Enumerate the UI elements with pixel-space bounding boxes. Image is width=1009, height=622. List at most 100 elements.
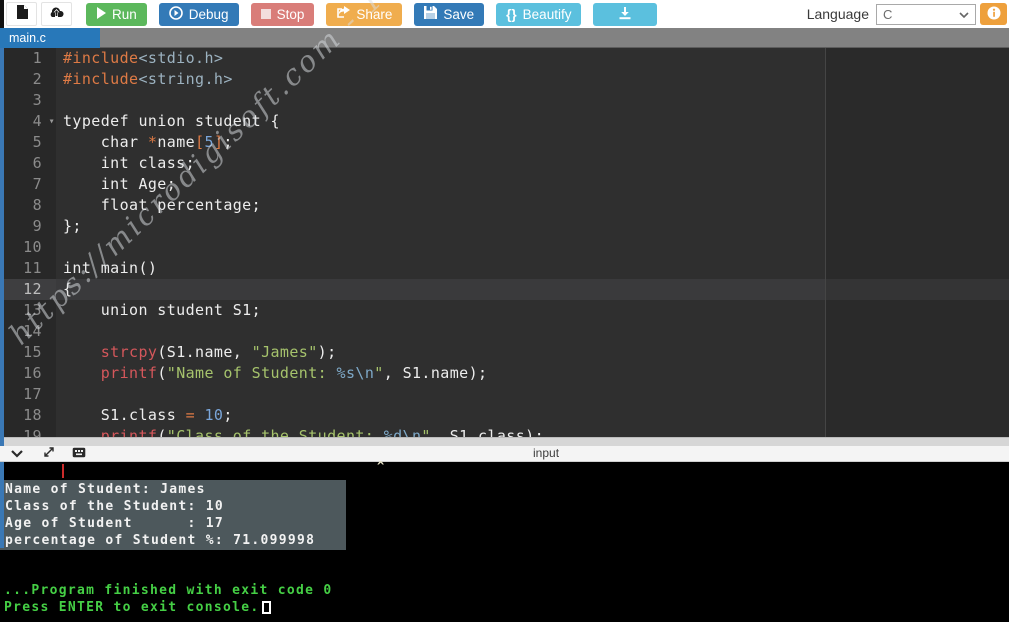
language-select[interactable]: C	[876, 3, 976, 25]
code-text: printf("Class of the Student: %d\n", S1.…	[100, 427, 545, 437]
console-output-line: percentage of Student %: 71.099998	[5, 533, 316, 548]
line-number[interactable]: 8	[0, 195, 56, 216]
console-output-line: Age of Student : 17	[5, 516, 225, 531]
share-button-label: Share	[356, 6, 393, 22]
console-input-label: input	[533, 446, 560, 460]
code-text: };	[63, 217, 82, 235]
code-text: #include<stdio.h>	[63, 49, 224, 67]
line-number[interactable]: 2	[0, 69, 56, 90]
keyboard-toggle-button[interactable]	[70, 447, 88, 461]
language-label: Language	[806, 6, 869, 22]
chevron-down-icon	[11, 445, 23, 463]
upload-icon	[48, 5, 65, 24]
line-number[interactable]: 6	[0, 153, 56, 174]
share-icon	[336, 6, 351, 22]
play-icon	[96, 6, 106, 22]
run-button[interactable]: Run	[86, 2, 147, 26]
expand-arrows-icon	[43, 445, 55, 463]
line-number[interactable]: 5	[0, 132, 56, 153]
console-header: input	[0, 446, 1009, 462]
window-left-edge	[0, 0, 4, 28]
save-icon	[424, 6, 438, 22]
debug-button-label: Debug	[188, 6, 229, 22]
toolbar-right-group: Language C	[807, 3, 1007, 25]
code-text: S1.class = 10;	[63, 406, 233, 424]
toolbar: Run Debug Stop Share Save {} Beautify La…	[0, 0, 1009, 28]
code-text: union student S1;	[63, 301, 262, 319]
debug-button[interactable]: Debug	[158, 2, 239, 26]
line-number[interactable]: 11	[0, 258, 56, 279]
code-text: strcpy(S1.name, "James");	[100, 343, 337, 361]
share-button[interactable]: Share	[326, 2, 403, 26]
code-text: int main()	[63, 259, 158, 277]
code-text: #include<string.h>	[63, 70, 233, 88]
save-button-label: Save	[443, 6, 475, 22]
tab-bar: main.c	[0, 28, 1009, 48]
line-number[interactable]: 15	[0, 342, 56, 363]
tab-label: main.c	[9, 31, 46, 45]
code-text: char *name[5];	[63, 133, 233, 151]
line-number[interactable]: 7	[0, 174, 56, 195]
keyboard-icon	[72, 445, 86, 463]
page-left-accent	[0, 462, 4, 548]
chevron-down-icon	[959, 7, 969, 22]
line-number[interactable]: 12	[0, 279, 56, 300]
line-number[interactable]: 16	[0, 363, 56, 384]
line-number[interactable]: 4 ▾	[0, 111, 56, 132]
beautify-button[interactable]: {} Beautify	[496, 2, 582, 26]
code-text: typedef union student {	[63, 112, 280, 130]
console-output-line: Class of the Student: 10	[5, 499, 225, 514]
braces-icon: {}	[506, 6, 517, 22]
program-finish-block: ...Program finished with exit code 0 Pres…	[4, 582, 333, 616]
info-icon	[986, 5, 1002, 24]
console-finish-line: ...Program finished with exit code 0	[4, 583, 333, 598]
stop-button-label: Stop	[276, 6, 305, 22]
code-text: {	[63, 280, 73, 298]
line-number[interactable]: 10	[0, 237, 56, 258]
program-output-block: Name of Student: James Class of the Stude…	[0, 480, 346, 550]
console-terminal[interactable]: ^ Name of Student: James Class of the Stu…	[0, 459, 1009, 622]
expand-console-button[interactable]	[40, 447, 58, 461]
open-file-button[interactable]	[41, 2, 72, 26]
code-text: printf("Name of Student: %s\n", S1.name)…	[100, 364, 488, 382]
line-number[interactable]: 1	[0, 48, 56, 69]
page-left-accent	[0, 48, 4, 446]
line-number[interactable]: 13	[0, 300, 56, 321]
line-number[interactable]: 18	[0, 405, 56, 426]
code-editor[interactable]: 1 #include<stdio.h> 2 #include<string.h> 3 4 ▾…	[0, 48, 1009, 437]
run-button-label: Run	[112, 6, 137, 22]
info-button[interactable]	[980, 3, 1007, 25]
code-text: int class;	[63, 154, 196, 172]
line-number[interactable]: 3	[0, 90, 56, 111]
beautify-button-label: Beautify	[522, 6, 572, 22]
save-button[interactable]: Save	[414, 2, 485, 26]
console-finish-line: Press ENTER to exit console.	[4, 599, 333, 616]
line-number[interactable]: 19	[0, 426, 56, 437]
new-file-button[interactable]	[6, 2, 37, 26]
console-block-cursor	[261, 601, 271, 614]
debug-play-circle-icon	[168, 5, 183, 23]
download-icon	[618, 6, 632, 23]
collapse-console-button[interactable]	[8, 447, 26, 461]
code-text: int Age;	[63, 175, 177, 193]
fold-arrow-icon[interactable]: ▾	[49, 111, 55, 132]
console-output-line: Name of Student: James	[5, 482, 206, 497]
stop-button[interactable]: Stop	[250, 2, 315, 26]
tab-main-c[interactable]: main.c	[0, 28, 100, 48]
editor-right-dim	[826, 48, 1009, 437]
new-file-icon	[15, 4, 29, 25]
console-caret: ^	[377, 459, 385, 473]
download-button[interactable]	[593, 2, 658, 26]
editor-horizontal-scrollbar[interactable]	[0, 437, 1009, 446]
line-number[interactable]: 17	[0, 384, 56, 405]
online-compiler-window: Run Debug Stop Share Save {} Beautify La…	[0, 0, 1009, 622]
line-number[interactable]: 9	[0, 216, 56, 237]
language-select-value: C	[883, 6, 893, 22]
terminal-cursor	[62, 464, 64, 478]
line-number[interactable]: 14	[0, 321, 56, 342]
code-text: float percentage;	[63, 196, 262, 214]
